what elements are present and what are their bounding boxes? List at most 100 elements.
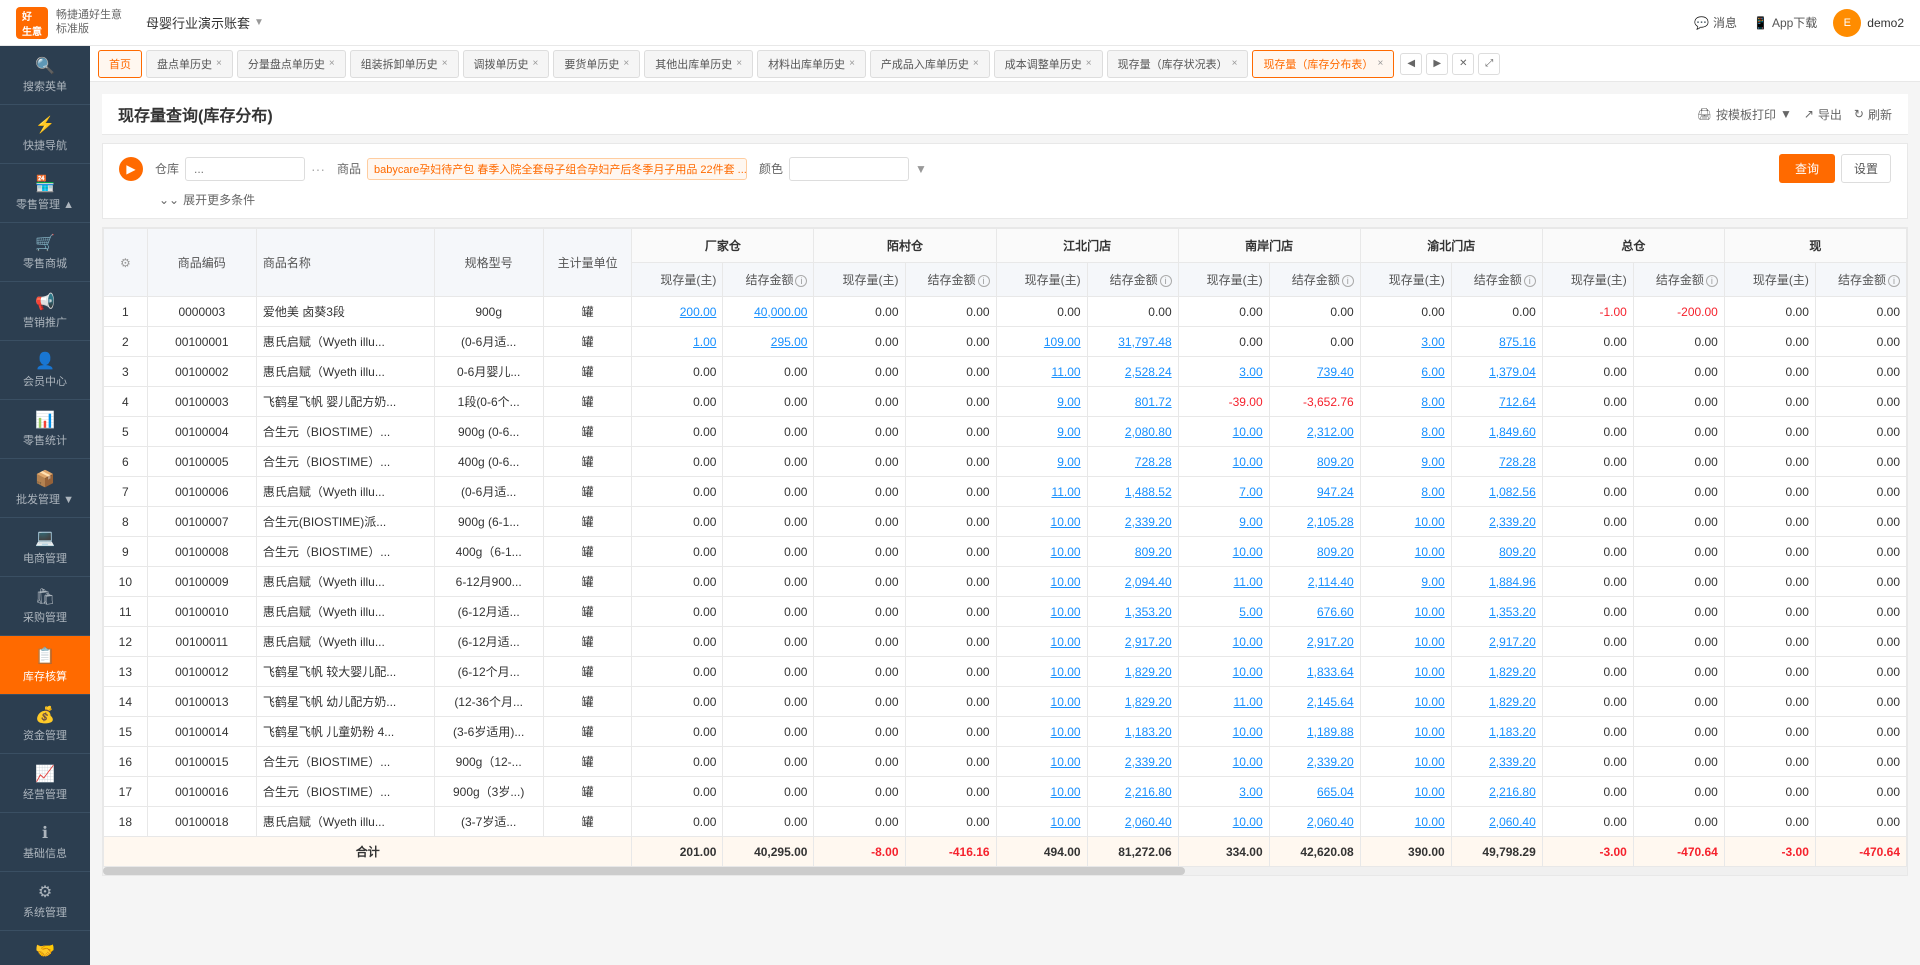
cell-changjia-amt[interactable]: 295.00 xyxy=(723,327,814,357)
cell-nanan-qty[interactable]: 10.00 xyxy=(1178,417,1269,447)
cell-yubei-qty[interactable]: 10.00 xyxy=(1360,747,1451,777)
cell-yubei-amt[interactable]: 1,379.04 xyxy=(1451,357,1542,387)
sidebar-item-search[interactable]: 🔍 搜索英单 xyxy=(0,46,90,105)
cell-jiangbei-qty[interactable]: 10.00 xyxy=(996,597,1087,627)
refresh-button[interactable]: ↻ 刷新 xyxy=(1854,106,1892,123)
cell-jiangbei-amt[interactable]: 1,488.52 xyxy=(1087,477,1178,507)
cell-nanan-qty[interactable]: 5.00 xyxy=(1178,597,1269,627)
cell-jiangbei-qty[interactable]: 10.00 xyxy=(996,627,1087,657)
cell-jiangbei-amt[interactable]: 728.28 xyxy=(1087,447,1178,477)
cell-yubei-amt[interactable]: 2,917.20 xyxy=(1451,627,1542,657)
setting-button[interactable]: 设置 xyxy=(1841,154,1891,183)
cell-jiangbei-qty[interactable]: 109.00 xyxy=(996,327,1087,357)
cell-jiangbei-qty[interactable]: 10.00 xyxy=(996,807,1087,837)
cell-nanan-qty[interactable]: 10.00 xyxy=(1178,537,1269,567)
cell-yubei-qty[interactable]: 10.00 xyxy=(1360,807,1451,837)
cell-jiangbei-qty[interactable]: 9.00 xyxy=(996,447,1087,477)
tab-inventory-dist[interactable]: 现存量（库存分布表） × xyxy=(1252,50,1394,78)
tab-order-close[interactable]: × xyxy=(623,58,629,69)
current-amt-info[interactable]: i xyxy=(1888,275,1900,287)
cell-changjia-qty[interactable]: 200.00 xyxy=(632,297,723,327)
sidebar-item-inventory[interactable]: 📋 库存核算 xyxy=(0,636,90,695)
search-button[interactable]: 查询 xyxy=(1779,154,1835,183)
sidebar-item-quicknav[interactable]: ⚡ 快捷导航 xyxy=(0,105,90,164)
cell-nanan-amt[interactable]: 947.24 xyxy=(1269,477,1360,507)
cell-nanan-amt[interactable]: 809.20 xyxy=(1269,537,1360,567)
cell-yubei-amt[interactable]: 809.20 xyxy=(1451,537,1542,567)
cell-yubei-qty[interactable]: 10.00 xyxy=(1360,627,1451,657)
sidebar-item-mall[interactable]: 🛒 零售商城 xyxy=(0,223,90,282)
cell-jiangbei-qty[interactable]: 10.00 xyxy=(996,777,1087,807)
cell-nanan-qty[interactable]: 3.00 xyxy=(1178,357,1269,387)
cell-yubei-amt[interactable]: 728.28 xyxy=(1451,447,1542,477)
cell-yubei-amt[interactable]: 2,060.40 xyxy=(1451,807,1542,837)
cell-jiangbei-amt[interactable]: 2,917.20 xyxy=(1087,627,1178,657)
sidebar-item-wholesale[interactable]: 📦 批发管理 ▼ xyxy=(0,459,90,518)
tab-transfer[interactable]: 调拨单历史 × xyxy=(463,50,550,78)
cell-jiangbei-amt[interactable]: 2,060.40 xyxy=(1087,807,1178,837)
tab-material-out[interactable]: 材料出库单历史 × xyxy=(757,50,866,78)
cell-nanan-amt[interactable]: 739.40 xyxy=(1269,357,1360,387)
cell-nanan-qty[interactable]: 7.00 xyxy=(1178,477,1269,507)
jiangbei-amt-info[interactable]: i xyxy=(1160,275,1172,287)
cell-nanan-amt[interactable]: 2,312.00 xyxy=(1269,417,1360,447)
cell-yubei-qty[interactable]: 6.00 xyxy=(1360,357,1451,387)
cell-jiangbei-amt[interactable]: 2,094.40 xyxy=(1087,567,1178,597)
cell-yubei-amt[interactable]: 1,884.96 xyxy=(1451,567,1542,597)
tab-stocktake[interactable]: 盘点单历史 × xyxy=(146,50,233,78)
mucun-amt-info[interactable]: i xyxy=(978,275,990,287)
cell-jiangbei-amt[interactable]: 1,829.20 xyxy=(1087,687,1178,717)
cell-nanan-amt[interactable]: 2,105.28 xyxy=(1269,507,1360,537)
cell-jiangbei-amt[interactable]: 31,797.48 xyxy=(1087,327,1178,357)
cell-nanan-amt[interactable]: 1,833.64 xyxy=(1269,657,1360,687)
sidebar-item-system[interactable]: ⚙ 系统管理 xyxy=(0,872,90,931)
tab-expand-btn[interactable]: ⤢ xyxy=(1478,53,1500,75)
app-download-button[interactable]: 📱 App下载 xyxy=(1753,14,1817,31)
tab-inventory-dist-close[interactable]: × xyxy=(1377,58,1383,69)
tab-cost-adjust-close[interactable]: × xyxy=(1086,58,1092,69)
cell-jiangbei-amt[interactable]: 1,183.20 xyxy=(1087,717,1178,747)
color-input[interactable] xyxy=(789,157,909,181)
cell-yubei-qty[interactable]: 10.00 xyxy=(1360,777,1451,807)
tab-material-out-close[interactable]: × xyxy=(849,58,855,69)
cell-yubei-amt[interactable]: 875.16 xyxy=(1451,327,1542,357)
cell-jiangbei-amt[interactable]: 1,353.20 xyxy=(1087,597,1178,627)
tab-other-out[interactable]: 其他出库单历史 × xyxy=(644,50,753,78)
cell-nanan-qty[interactable]: 10.00 xyxy=(1178,717,1269,747)
tab-inventory-status-close[interactable]: × xyxy=(1232,58,1238,69)
cell-jiangbei-qty[interactable]: 10.00 xyxy=(996,507,1087,537)
tab-other-out-close[interactable]: × xyxy=(736,58,742,69)
tab-finished-in-close[interactable]: × xyxy=(973,58,979,69)
tab-assembly-close[interactable]: × xyxy=(442,58,448,69)
cell-nanan-amt[interactable]: 2,917.20 xyxy=(1269,627,1360,657)
cell-jiangbei-qty[interactable]: 10.00 xyxy=(996,747,1087,777)
cell-yubei-amt[interactable]: 1,829.20 xyxy=(1451,687,1542,717)
cell-yubei-qty[interactable]: 8.00 xyxy=(1360,477,1451,507)
sidebar-item-ecommerce[interactable]: 💻 电商管理 xyxy=(0,518,90,577)
cell-changjia-qty[interactable]: 1.00 xyxy=(632,327,723,357)
tab-stocktake-close[interactable]: × xyxy=(216,58,222,69)
cell-yubei-amt[interactable]: 1,353.20 xyxy=(1451,597,1542,627)
cell-yubei-amt[interactable]: 1,829.20 xyxy=(1451,657,1542,687)
export-button[interactable]: ↗ 导出 xyxy=(1804,106,1842,123)
cell-nanan-qty[interactable]: 11.00 xyxy=(1178,567,1269,597)
cell-yubei-qty[interactable]: 10.00 xyxy=(1360,537,1451,567)
cell-yubei-amt[interactable]: 712.64 xyxy=(1451,387,1542,417)
filter-toggle-btn[interactable]: ▶ xyxy=(119,157,143,181)
cell-changjia-amt[interactable]: 40,000.00 xyxy=(723,297,814,327)
tab-transfer-close[interactable]: × xyxy=(533,58,539,69)
cell-yubei-qty[interactable]: 10.00 xyxy=(1360,687,1451,717)
org-dropdown-icon[interactable]: ▼ xyxy=(254,17,264,28)
cell-nanan-qty[interactable]: 10.00 xyxy=(1178,747,1269,777)
cell-nanan-qty[interactable]: 10.00 xyxy=(1178,627,1269,657)
cell-yubei-qty[interactable]: 8.00 xyxy=(1360,387,1451,417)
cell-nanan-qty[interactable]: 11.00 xyxy=(1178,687,1269,717)
tab-partial-stocktake[interactable]: 分量盘点单历史 × xyxy=(237,50,346,78)
cell-yubei-qty[interactable]: 10.00 xyxy=(1360,657,1451,687)
warehouse-ellipsis[interactable]: ··· xyxy=(311,161,325,177)
cell-jiangbei-qty[interactable]: 9.00 xyxy=(996,387,1087,417)
table-scroll-bar[interactable] xyxy=(103,867,1907,875)
color-dropdown-icon[interactable]: ▼ xyxy=(915,162,927,176)
cell-yubei-qty[interactable]: 10.00 xyxy=(1360,597,1451,627)
cell-jiangbei-qty[interactable]: 10.00 xyxy=(996,657,1087,687)
